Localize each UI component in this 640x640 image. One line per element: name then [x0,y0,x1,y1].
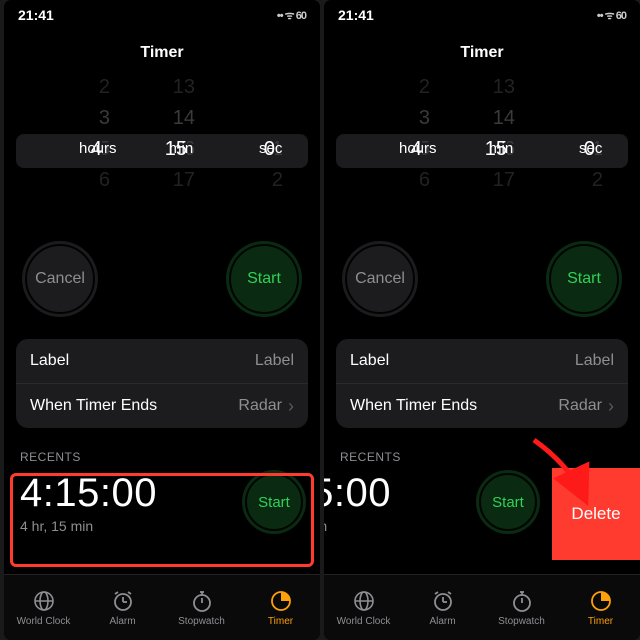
label-value: Label [255,352,294,370]
recent-start-button[interactable]: Start [476,470,540,534]
label-key: Label [30,352,69,370]
tab-stopwatch[interactable]: Stopwatch [162,575,241,640]
status-bar: 21:41 •• ᯤ 60 [324,0,640,30]
cancel-button[interactable]: Cancel [22,241,98,317]
screenshot-right: 21:41 •• ᯤ 60 Timer 23456 1314151617 012… [324,0,640,640]
status-icons: •• ᯤ 60 [277,8,306,23]
time-picker[interactable]: 23456 1314151617 012 hours min sec [4,72,320,227]
timer-icon [269,589,293,613]
alarm-icon [431,589,455,613]
picker-seconds-unit: sec [579,140,602,157]
status-time: 21:41 [338,7,374,23]
picker-seconds-unit: sec [259,140,282,157]
recents-heading: RECENTS [4,428,320,468]
recent-subtitle: 4 hr, 15 min [324,518,391,534]
recent-time: 4:15:00 [324,471,391,516]
ends-value: Radar [558,397,602,415]
tab-world-clock[interactable]: World Clock [4,575,83,640]
tab-timer[interactable]: Timer [241,575,320,640]
tab-alarm[interactable]: Alarm [83,575,162,640]
screenshot-left: 21:41 •• ᯤ 60 Timer 23456 1314151617 012… [4,0,320,640]
label-key: Label [350,352,389,370]
stopwatch-icon [190,589,214,613]
start-button[interactable]: Start [546,241,622,317]
chevron-right-icon: › [288,397,294,415]
timer-icon [589,589,613,613]
ends-key: When Timer Ends [30,397,157,415]
page-title: Timer [324,30,640,72]
timer-settings-card: Label Label When Timer Ends Radar › [16,339,308,428]
recent-timer-row-swiped[interactable]: 4:15:00 4 hr, 15 min Start [324,468,554,544]
stopwatch-icon [510,589,534,613]
timer-settings-card: Label Label When Timer Ends Radar › [336,339,628,428]
label-row[interactable]: Label Label [16,339,308,383]
when-timer-ends-row[interactable]: When Timer Ends Radar › [336,383,628,428]
tab-bar: World Clock Alarm Stopwatch Timer [4,574,320,640]
start-button[interactable]: Start [226,241,302,317]
picker-minutes-unit: min [169,140,193,157]
tab-alarm[interactable]: Alarm [403,575,482,640]
recents-heading: RECENTS [324,428,640,468]
recent-time: 4:15:00 [20,471,157,516]
globe-icon [352,589,376,613]
time-picker[interactable]: 23456 1314151617 012 hours min sec [324,72,640,227]
alarm-icon [111,589,135,613]
recent-timer-row[interactable]: 4:15:00 4 hr, 15 min Start [4,468,320,544]
picker-minutes-unit: min [489,140,513,157]
status-time: 21:41 [18,7,54,23]
status-bar: 21:41 •• ᯤ 60 [4,0,320,30]
label-row[interactable]: Label Label [336,339,628,383]
recent-start-button[interactable]: Start [242,470,306,534]
ends-key: When Timer Ends [350,397,477,415]
globe-icon [32,589,56,613]
cancel-button[interactable]: Cancel [342,241,418,317]
picker-hours-unit: hours [399,140,437,157]
recent-subtitle: 4 hr, 15 min [20,518,157,534]
tab-timer[interactable]: Timer [561,575,640,640]
when-timer-ends-row[interactable]: When Timer Ends Radar › [16,383,308,428]
page-title: Timer [4,30,320,72]
label-value: Label [575,352,614,370]
status-icons: •• ᯤ 60 [597,8,626,23]
tab-stopwatch[interactable]: Stopwatch [482,575,561,640]
chevron-right-icon: › [608,397,614,415]
picker-hours-unit: hours [79,140,117,157]
ends-value: Radar [238,397,282,415]
tab-world-clock[interactable]: World Clock [324,575,403,640]
tab-bar: World Clock Alarm Stopwatch Timer [324,574,640,640]
delete-button[interactable]: Delete [552,468,640,560]
